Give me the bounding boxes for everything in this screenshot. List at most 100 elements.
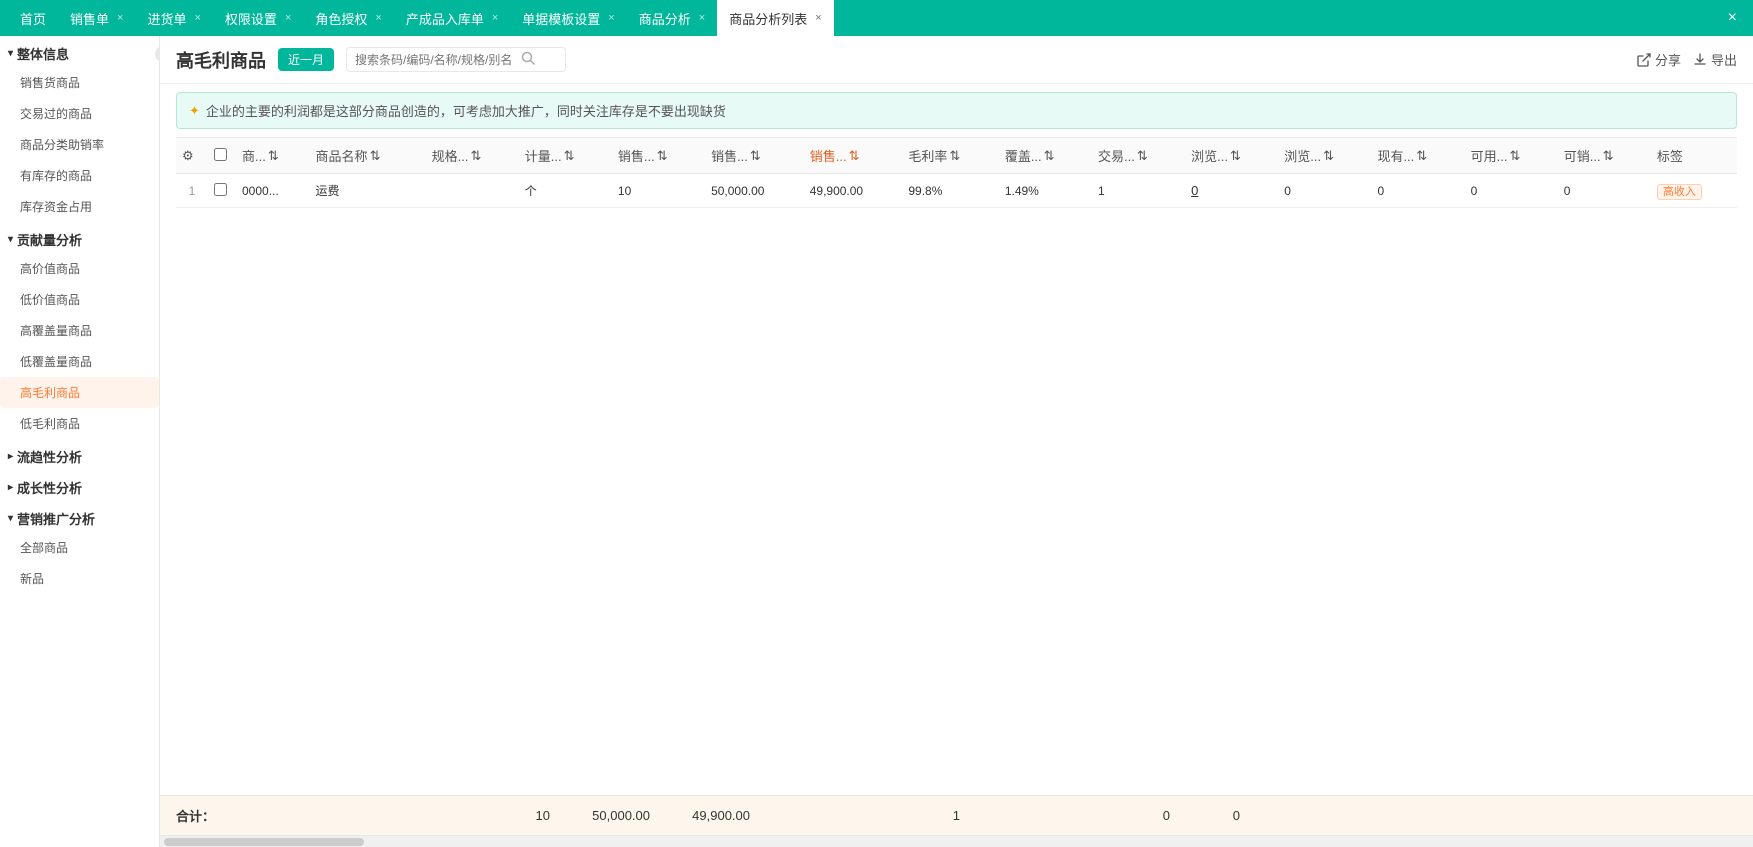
row-margin: 99.8% <box>902 174 998 208</box>
row-available: 0 <box>1465 174 1558 208</box>
top-navigation: 首页 销售单 × 进货单 × 权限设置 × 角色授权 × 产成品入库单 × 单据… <box>0 0 1753 36</box>
col-code-header[interactable]: 商... ⇅ <box>236 138 310 174</box>
close-roles-tab[interactable]: × <box>375 12 381 24</box>
col-sellable-header[interactable]: 可销... ⇅ <box>1558 138 1651 174</box>
col-unit-header[interactable]: 计量... ⇅ <box>519 138 612 174</box>
period-button[interactable]: 近一月 <box>278 48 334 71</box>
sidebar-item-category-rate[interactable]: 商品分类助销率 <box>0 129 159 160</box>
sidebar: « ▾ 整体信息 销售货商品 交易过的商品 商品分类助销率 有库存的商品 库存资… <box>0 36 160 847</box>
col-sale-amount-header[interactable]: 销售... ⇅ <box>705 138 804 174</box>
nav-product-analysis[interactable]: 商品分析 × <box>627 0 717 36</box>
header-actions: 分享 导出 <box>1637 50 1737 69</box>
search-icon[interactable] <box>521 51 535 68</box>
row-sale-count: 10 <box>612 174 705 208</box>
nav-sales[interactable]: 销售单 × <box>58 0 135 36</box>
col-sale-profit-header[interactable]: 销售... ⇅ <box>804 138 903 174</box>
col-tag-header[interactable]: 标签 <box>1651 138 1737 174</box>
search-box <box>346 47 566 72</box>
col-trade-header[interactable]: 交易... ⇅ <box>1092 138 1185 174</box>
nav-roles[interactable]: 角色授权 × <box>303 0 393 36</box>
close-purchase-tab[interactable]: × <box>194 12 200 24</box>
row-spec <box>426 174 519 208</box>
info-icon: ✦ <box>189 103 200 119</box>
sidebar-item-all-goods[interactable]: 全部商品 <box>0 532 159 563</box>
sidebar-group-overall[interactable]: ▾ 整体信息 <box>0 36 159 67</box>
footer-label: 合计： <box>176 806 236 825</box>
nav-purchase[interactable]: 进货单 × <box>135 0 212 36</box>
nav-product-analysis-list[interactable]: 商品分析列表 × <box>717 0 833 36</box>
main-layout: « ▾ 整体信息 销售货商品 交易过的商品 商品分类助销率 有库存的商品 库存资… <box>0 36 1753 847</box>
row-name: 运费 <box>310 174 426 208</box>
bottom-scrollbar[interactable] <box>160 835 1753 847</box>
nav-home[interactable]: 首页 <box>8 0 58 36</box>
row-view2: 0 <box>1278 174 1371 208</box>
sidebar-item-high-value[interactable]: 高价值商品 <box>0 253 159 284</box>
content-header: 高毛利商品 近一月 分享 <box>160 36 1753 84</box>
sidebar-item-traded-goods[interactable]: 交易过的商品 <box>0 98 159 129</box>
data-table-wrap: ⚙ 商... ⇅ 商品名称 ⇅ 规格... ⇅ <box>160 137 1753 795</box>
sidebar-item-in-stock-goods[interactable]: 有库存的商品 <box>0 160 159 191</box>
sidebar-item-sales-goods[interactable]: 销售货商品 <box>0 67 159 98</box>
row-checkbox[interactable] <box>214 183 227 196</box>
select-all-checkbox[interactable] <box>214 148 227 161</box>
close-permissions-tab[interactable]: × <box>285 12 291 24</box>
sidebar-item-new-goods[interactable]: 新品 <box>0 563 159 594</box>
close-template-settings-tab[interactable]: × <box>608 12 614 24</box>
sidebar-item-stock-capital[interactable]: 库存资金占用 <box>0 191 159 222</box>
footer-current-stock: 0 <box>1106 808 1176 823</box>
data-table: ⚙ 商... ⇅ 商品名称 ⇅ 规格... ⇅ <box>176 137 1737 208</box>
close-product-warehousing-tab[interactable]: × <box>492 12 498 24</box>
row-unit: 个 <box>519 174 612 208</box>
col-settings-header[interactable]: ⚙ <box>176 138 208 174</box>
chevron-right-icon: ▸ <box>8 451 13 462</box>
content-area: 高毛利商品 近一月 分享 <box>160 36 1753 847</box>
sidebar-item-low-coverage[interactable]: 低覆盖量商品 <box>0 346 159 377</box>
col-name-header[interactable]: 商品名称 ⇅ <box>310 138 426 174</box>
scrollbar-thumb <box>164 838 364 846</box>
close-all-button[interactable]: × <box>1720 9 1745 27</box>
col-margin-header[interactable]: 毛利率 ⇅ <box>902 138 998 174</box>
footer-sale-profit: 49,900.00 <box>656 808 756 823</box>
sidebar-group-marketing[interactable]: ▾ 营销推广分析 <box>0 501 159 532</box>
nav-permissions[interactable]: 权限设置 × <box>213 0 303 36</box>
col-view2-header[interactable]: 浏览... ⇅ <box>1278 138 1371 174</box>
row-sellable: 0 <box>1558 174 1651 208</box>
status-badge: 高收入 <box>1657 184 1702 200</box>
row-tag: 高收入 <box>1651 174 1737 208</box>
close-product-analysis-tab[interactable]: × <box>699 12 705 24</box>
col-coverage-header[interactable]: 覆盖... ⇅ <box>999 138 1092 174</box>
col-available-header[interactable]: 可用... ⇅ <box>1465 138 1558 174</box>
footer-cells: 10 50,000.00 49,900.00 1 0 0 <box>236 808 1737 823</box>
col-checkbox-header[interactable] <box>208 138 236 174</box>
page-title: 高毛利商品 <box>176 47 266 73</box>
row-checkbox-cell[interactable] <box>208 174 236 208</box>
chevron-down-icon: ▾ <box>8 513 13 524</box>
nav-template-settings[interactable]: 单据模板设置 × <box>510 0 626 36</box>
close-product-analysis-list-tab[interactable]: × <box>815 12 821 24</box>
nav-product-warehousing[interactable]: 产成品入库单 × <box>394 0 510 36</box>
search-input[interactable] <box>355 53 515 67</box>
close-sales-tab[interactable]: × <box>117 12 123 24</box>
col-spec-header[interactable]: 规格... ⇅ <box>426 138 519 174</box>
row-coverage: 1.49% <box>999 174 1092 208</box>
col-current-stock-header[interactable]: 现有... ⇅ <box>1371 138 1464 174</box>
col-sale-count-header[interactable]: 销售... ⇅ <box>612 138 705 174</box>
sidebar-group-trend[interactable]: ▸ 流趋性分析 <box>0 439 159 470</box>
sidebar-group-growth[interactable]: ▸ 成长性分析 <box>0 470 159 501</box>
footer-available: 0 <box>1176 808 1246 823</box>
row-view1[interactable]: 0 <box>1185 174 1278 208</box>
col-view1-header[interactable]: 浏览... ⇅ <box>1185 138 1278 174</box>
export-button[interactable]: 导出 <box>1693 50 1737 69</box>
sidebar-group-contribution[interactable]: ▾ 贡献量分析 <box>0 222 159 253</box>
row-current-stock: 0 <box>1371 174 1464 208</box>
footer-sale-amount: 50,000.00 <box>556 808 656 823</box>
table-header-row: ⚙ 商... ⇅ 商品名称 ⇅ 规格... ⇅ <box>176 138 1737 174</box>
share-button[interactable]: 分享 <box>1637 50 1681 69</box>
row-trade: 1 <box>1092 174 1185 208</box>
sidebar-item-high-margin[interactable]: 高毛利商品 <box>0 377 159 408</box>
sidebar-item-high-coverage[interactable]: 高覆盖量商品 <box>0 315 159 346</box>
sidebar-item-low-value[interactable]: 低价值商品 <box>0 284 159 315</box>
sidebar-item-low-margin[interactable]: 低毛利商品 <box>0 408 159 439</box>
chevron-right-icon: ▸ <box>8 482 13 493</box>
table-row: 1 0000... 运费 个 10 50,000.00 49,900.00 99… <box>176 174 1737 208</box>
